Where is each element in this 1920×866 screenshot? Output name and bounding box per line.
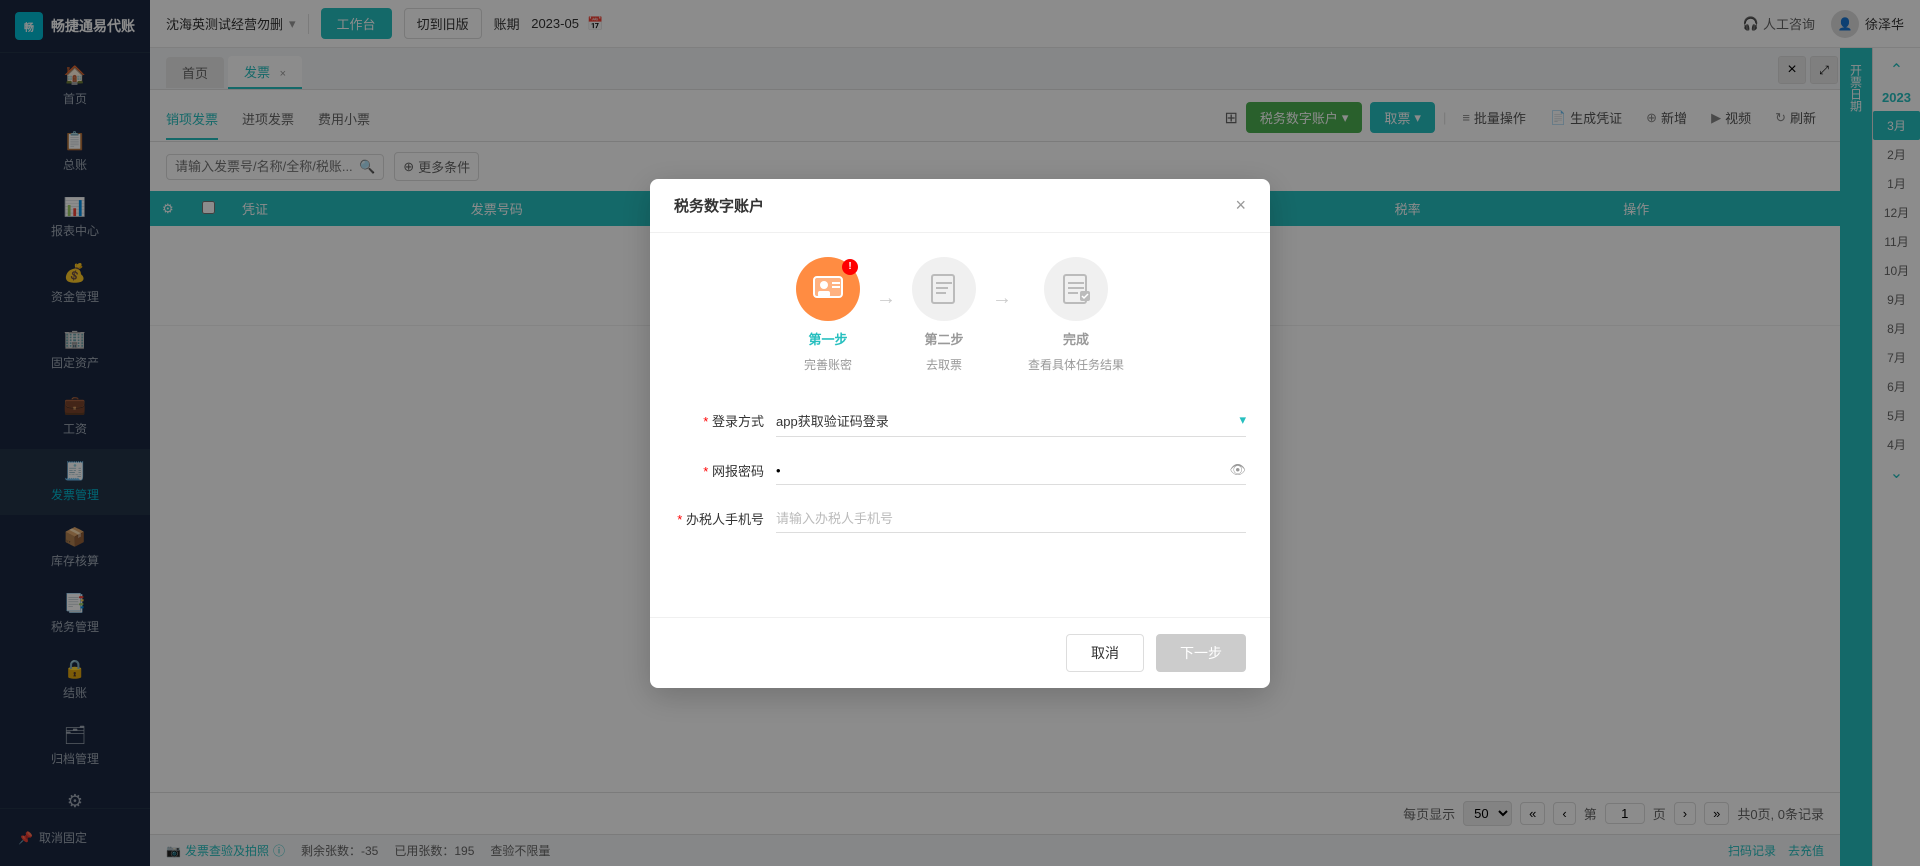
modal-overlay: 税务数字账户 × [0, 0, 1920, 866]
required-star-1: * [703, 414, 708, 429]
step2-label: 第二步 [924, 329, 963, 348]
step1-error-badge: ! [842, 259, 858, 275]
step2-document-icon [926, 271, 962, 307]
login-method-row: * 登录方式 app获取验证码登录 ▾ [674, 405, 1246, 437]
phone-row: * 办税人手机号 [674, 505, 1246, 533]
steps-row: ! 第一步 完善账密 → [674, 257, 1246, 373]
password-input[interactable] [776, 457, 1229, 484]
step1-sublabel: 完善账密 [804, 356, 852, 373]
step1-label: 第一步 [808, 329, 847, 348]
step-arrow-1: → [876, 287, 896, 310]
step1-user-icon [810, 271, 846, 307]
required-star-3: * [677, 512, 682, 527]
modal-footer: 取消 下一步 [650, 617, 1270, 688]
modal-spacer [674, 553, 1246, 593]
modal-close-button[interactable]: × [1235, 195, 1246, 216]
step-1: ! 第一步 完善账密 [796, 257, 860, 373]
phone-label: * 办税人手机号 [674, 509, 764, 528]
modal-title: 税务数字账户 [674, 195, 764, 216]
login-method-field: app获取验证码登录 ▾ [776, 405, 1246, 437]
eye-toggle-icon[interactable]: 👁 [1229, 462, 1246, 478]
next-step-button[interactable]: 下一步 [1156, 634, 1246, 672]
step-2: 第二步 去取票 [912, 257, 976, 373]
password-row: * 网报密码 👁 [674, 457, 1246, 485]
tax-digital-modal: 税务数字账户 × [650, 179, 1270, 688]
step-arrow-2: → [992, 287, 1012, 310]
step-3: 完成 查看具体任务结果 [1028, 257, 1124, 373]
password-input-wrap: 👁 [776, 457, 1246, 485]
login-method-select[interactable]: app获取验证码登录 ▾ [776, 405, 1246, 437]
phone-field [776, 505, 1246, 533]
modal-form: * 登录方式 app获取验证码登录 ▾ * 网报密码 [674, 405, 1246, 533]
step3-sublabel: 查看具体任务结果 [1028, 356, 1124, 373]
select-chevron-icon: ▾ [1239, 412, 1246, 428]
cancel-button[interactable]: 取消 [1066, 634, 1144, 672]
step1-circle-wrap: ! [796, 257, 860, 321]
password-label: * 网报密码 [674, 461, 764, 480]
step3-circle [1044, 257, 1108, 321]
required-star-2: * [703, 464, 708, 479]
modal-body: ! 第一步 完善账密 → [650, 233, 1270, 617]
password-field: 👁 [776, 457, 1246, 485]
step2-circle [912, 257, 976, 321]
step2-sublabel: 去取票 [926, 356, 962, 373]
step3-label: 完成 [1063, 329, 1089, 348]
modal-header: 税务数字账户 × [650, 179, 1270, 233]
login-method-label: * 登录方式 [674, 411, 764, 430]
phone-input[interactable] [776, 505, 1246, 533]
step3-checklist-icon [1058, 271, 1094, 307]
